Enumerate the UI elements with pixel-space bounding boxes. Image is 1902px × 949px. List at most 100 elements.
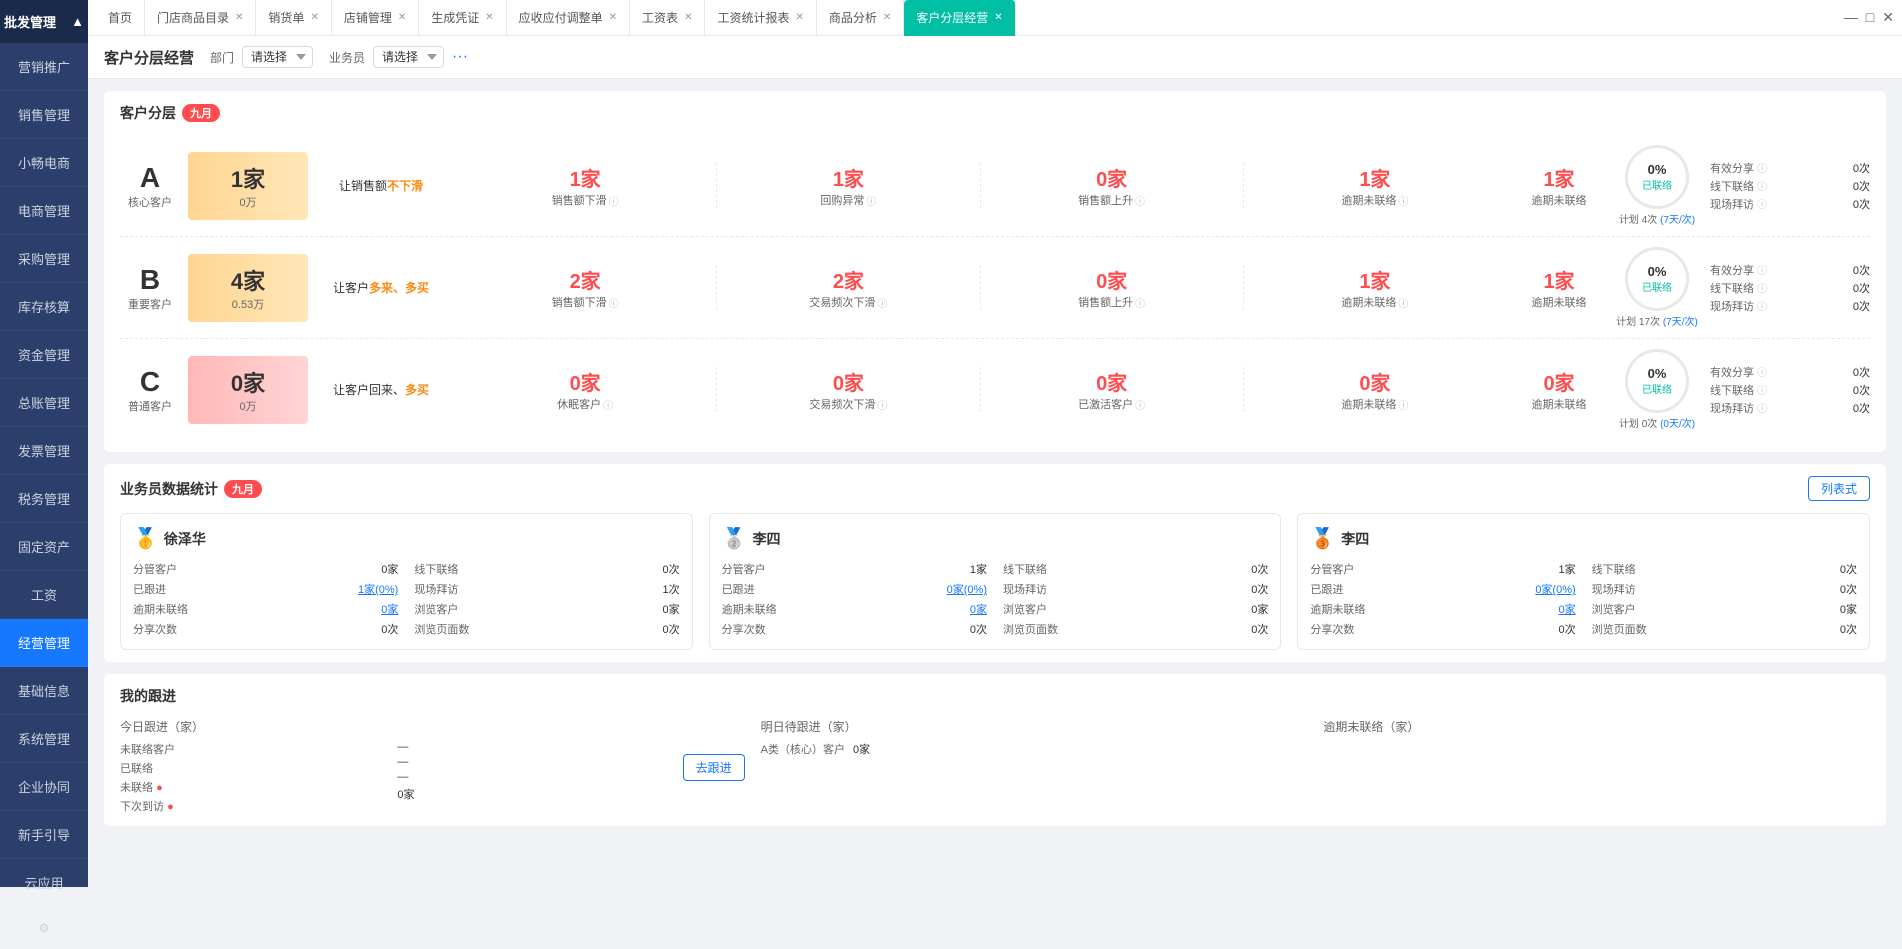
tab-label: 生成凭证 (431, 9, 479, 26)
staff-card-李四: 🥈 李四 分管客户 1家 线下联络 0次 已跟进 0家(0%) (709, 513, 1282, 650)
tomorrow-label: 明日待跟进（家） (761, 718, 1308, 735)
sidebar-item-固定资产[interactable]: 固定资产 (0, 523, 88, 571)
tab-门店商品目录[interactable]: 门店商品目录✕ (145, 0, 256, 36)
tab-客户分层经营[interactable]: 客户分层经营 ✕ (904, 0, 1015, 36)
tab-close-icon[interactable]: ✕ (485, 12, 493, 23)
staff-stat: 浏览客户 0家 (1003, 601, 1268, 617)
tab-销货单[interactable]: 销货单 ✕ (256, 0, 331, 36)
sidebar-item-经营管理[interactable]: 经营管理 (0, 619, 88, 667)
tier-circle-a: 0% 已联络 计划 4次 (7天/次) (1612, 145, 1702, 226)
tab-close-icon[interactable]: ✕ (684, 12, 692, 23)
metric-item: 0家 逾期未联络 ⓘ (1244, 367, 1506, 412)
staff-card-李四: 🥉 李四 分管客户 1家 线下联络 0次 已跟进 0家(0%) (1297, 513, 1870, 650)
tier-metrics-a: 1家 销售额下滑 ⓘ 1家 回购异常 ⓘ 0家 销售额上升 ⓘ 1家 逾期未联络… (454, 163, 1506, 208)
dept-select[interactable]: 请选择 (242, 46, 313, 68)
tab-首页[interactable]: 首页 (96, 0, 145, 36)
tier-contact-a: 1家 逾期未联络 (1514, 163, 1604, 208)
tab-工资统计报表[interactable]: 工资统计报表 ✕ (705, 0, 816, 36)
sidebar-item-电商管理[interactable]: 电商管理 (0, 187, 88, 235)
sidebar-footer[interactable]: ⚙ (0, 907, 88, 949)
tab-应收应付调整单[interactable]: 应收应付调整单✕ (507, 0, 630, 36)
staff-stat: 分管客户 0家 (133, 561, 398, 577)
followup-title: 我的跟进 (120, 686, 1870, 706)
sidebar-item-发票管理[interactable]: 发票管理 (0, 427, 88, 475)
minimize-icon[interactable]: — (1844, 9, 1858, 26)
today-followup-col: 今日跟进（家） 未联络客户 已联络 未联络 ● 下次到访 ● — — — 0 (120, 718, 667, 814)
settings-icon[interactable]: ⚙ (39, 921, 50, 935)
tier-right-stats-b: 有效分享 ⓘ 0次 线下联络 ⓘ 0次 现场拜访 ⓘ 0次 (1710, 262, 1870, 314)
sidebar-item-营销推广[interactable]: 营销推广 (0, 43, 88, 91)
staff-stat: 已跟进 0家(0%) (722, 581, 987, 597)
staff-stat: 浏览页面数 0次 (414, 621, 679, 637)
staff-stat: 已跟进 0家(0%) (1310, 581, 1575, 597)
tier-row-b: B 重要客户 4家 0.53万 让客户多来、多买 2家 销售额下滑 ⓘ 2家 交… (120, 237, 1870, 339)
goto-followup-button[interactable]: 去跟进 (683, 754, 745, 781)
tab-close-icon[interactable]: ✕ (609, 12, 617, 23)
staff-header: 🥈 李四 (722, 526, 1269, 551)
sidebar-item-系统管理[interactable]: 系统管理 (0, 715, 88, 763)
tab-label: 销货单 (268, 9, 304, 26)
sidebar-item-销售管理[interactable]: 销售管理 (0, 91, 88, 139)
staff-medal-icon: 🥇 (133, 526, 158, 551)
sidebar-item-云应用[interactable]: 云应用 (0, 859, 88, 907)
sidebar-item-工资[interactable]: 工资 (0, 571, 88, 619)
staff-medal-icon: 🥈 (722, 526, 747, 551)
tier-action-b: 让客户多来、多买 (316, 279, 446, 296)
overdue-col: 逾期未联络（家） (1323, 718, 1870, 741)
tab-label: 工资统计报表 (717, 9, 789, 26)
tier-metrics-c: 0家 休眠客户 ⓘ 0家 交易频次下滑 ⓘ 0家 已激活客户 ⓘ 0家 逾期未联… (454, 367, 1506, 412)
staff-name: 徐泽华 (164, 529, 206, 549)
tab-商品分析[interactable]: 商品分析 ✕ (817, 0, 904, 36)
staff-select[interactable]: 请选择 (373, 46, 444, 68)
sidebar-item-税务管理[interactable]: 税务管理 (0, 475, 88, 523)
content-header: 客户分层经营 部门 请选择 业务员 请选择 ··· (88, 36, 1902, 79)
tab-close-icon[interactable]: ✕ (795, 12, 803, 23)
right-stat: 有效分享 ⓘ 0次 (1710, 364, 1870, 380)
sidebar-item-采购管理[interactable]: 采购管理 (0, 235, 88, 283)
list-view-button[interactable]: 列表式 (1808, 476, 1870, 501)
content-body: 客户分层 九月 A 核心客户 1家 0万 让销售额不下滑 1家 销售额下滑 ⓘ … (88, 79, 1902, 887)
sidebar: 批发管理 ▲ 营销推广销售管理小畅电商电商管理采购管理库存核算资金管理总账管理发… (0, 0, 88, 887)
sidebar-item-总账管理[interactable]: 总账管理 (0, 379, 88, 427)
dept-filter: 部门 请选择 (210, 46, 313, 68)
sidebar-header[interactable]: 批发管理 ▲ (0, 0, 88, 43)
right-stat: 现场拜访 ⓘ 0次 (1710, 298, 1870, 314)
sidebar-item-资金管理[interactable]: 资金管理 (0, 331, 88, 379)
tier-right-stats-c: 有效分享 ⓘ 0次 线下联络 ⓘ 0次 现场拜访 ⓘ 0次 (1710, 364, 1870, 416)
customer-tier-title: 客户分层 九月 (120, 103, 1870, 123)
metric-item: 0家 交易频次下滑 ⓘ (717, 367, 980, 412)
tabs-actions: — □ ✕ (1844, 9, 1894, 26)
tab-close-icon[interactable]: ✕ (235, 12, 243, 23)
tab-工资表[interactable]: 工资表✕ (630, 0, 705, 36)
sidebar-item-库存核算[interactable]: 库存核算 (0, 283, 88, 331)
sidebar-item-小畅电商[interactable]: 小畅电商 (0, 139, 88, 187)
sidebar-item-新手引导[interactable]: 新手引导 (0, 811, 88, 859)
tier-row-a: A 核心客户 1家 0万 让销售额不下滑 1家 销售额下滑 ⓘ 1家 回购异常 … (120, 135, 1870, 237)
tab-close-icon[interactable]: ✕ (883, 12, 891, 23)
staff-stat: 线下联络 0次 (1003, 561, 1268, 577)
sidebar-toggle-icon[interactable]: ▲ (71, 14, 84, 29)
sidebar-item-企业协同[interactable]: 企业协同 (0, 763, 88, 811)
tier-circle-c: 0% 已联络 计划 0次 (0天/次) (1612, 349, 1702, 430)
tab-label: 商品分析 (829, 9, 877, 26)
tier-action-a: 让销售额不下滑 (316, 177, 446, 194)
staff-stat: 浏览客户 0家 (414, 601, 679, 617)
sidebar-title: 批发管理 (4, 12, 56, 31)
right-stat: 线下联络 ⓘ 0次 (1710, 382, 1870, 398)
tab-label: 客户分层经营 (916, 9, 988, 26)
staff-stat: 现场拜访 1次 (414, 581, 679, 597)
tab-close-icon[interactable]: ✕ (310, 12, 318, 23)
close-window-icon[interactable]: ✕ (1882, 9, 1894, 26)
tab-生成凭证[interactable]: 生成凭证 ✕ (419, 0, 506, 36)
staff-stat: 分享次数 0次 (133, 621, 398, 637)
sidebar-item-基础信息[interactable]: 基础信息 (0, 667, 88, 715)
metric-item: 0家 已激活客户 ⓘ (981, 367, 1244, 412)
maximize-icon[interactable]: □ (1866, 9, 1874, 26)
tab-店铺管理[interactable]: 店铺管理✕ (332, 0, 419, 36)
tab-close-icon[interactable]: ✕ (994, 12, 1002, 23)
more-filters-icon[interactable]: ··· (452, 48, 468, 66)
metric-item: 1家 逾期未联络 ⓘ (1244, 265, 1506, 310)
tab-close-icon[interactable]: ✕ (398, 12, 406, 23)
right-stat: 线下联络 ⓘ 0次 (1710, 178, 1870, 194)
staff-header: 🥉 李四 (1310, 526, 1857, 551)
